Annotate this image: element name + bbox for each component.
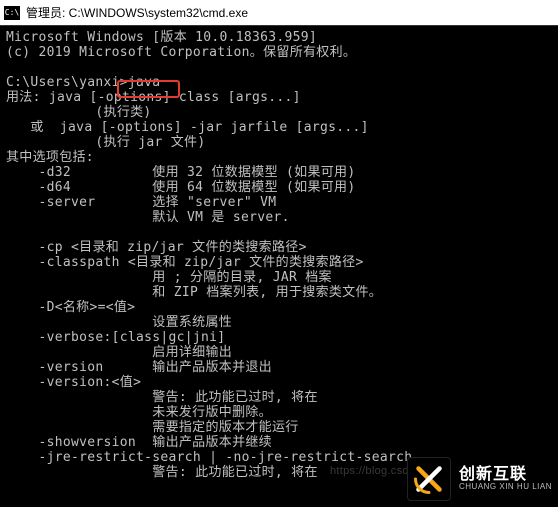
cmd-icon: C:\ [4, 6, 20, 20]
window-titlebar: C:\ 管理员: C:\WINDOWS\system32\cmd.exe [0, 0, 558, 26]
logo-text: 创新互联 CHUANG XIN HU LIAN [459, 466, 552, 492]
window-title: 管理员: C:\WINDOWS\system32\cmd.exe [26, 4, 248, 21]
logo-x-icon [411, 461, 447, 497]
logo-badge [407, 457, 451, 501]
logo-watermark: 创新互联 CHUANG XIN HU LIAN [407, 457, 552, 501]
cmd-icon-glyph: C:\ [5, 8, 19, 17]
logo-text-en: CHUANG XIN HU LIAN [459, 483, 552, 492]
highlight-box [117, 80, 180, 98]
terminal-output[interactable]: Microsoft Windows [版本 10.0.18363.959] (c… [0, 26, 558, 484]
logo-text-cn: 创新互联 [459, 466, 552, 484]
